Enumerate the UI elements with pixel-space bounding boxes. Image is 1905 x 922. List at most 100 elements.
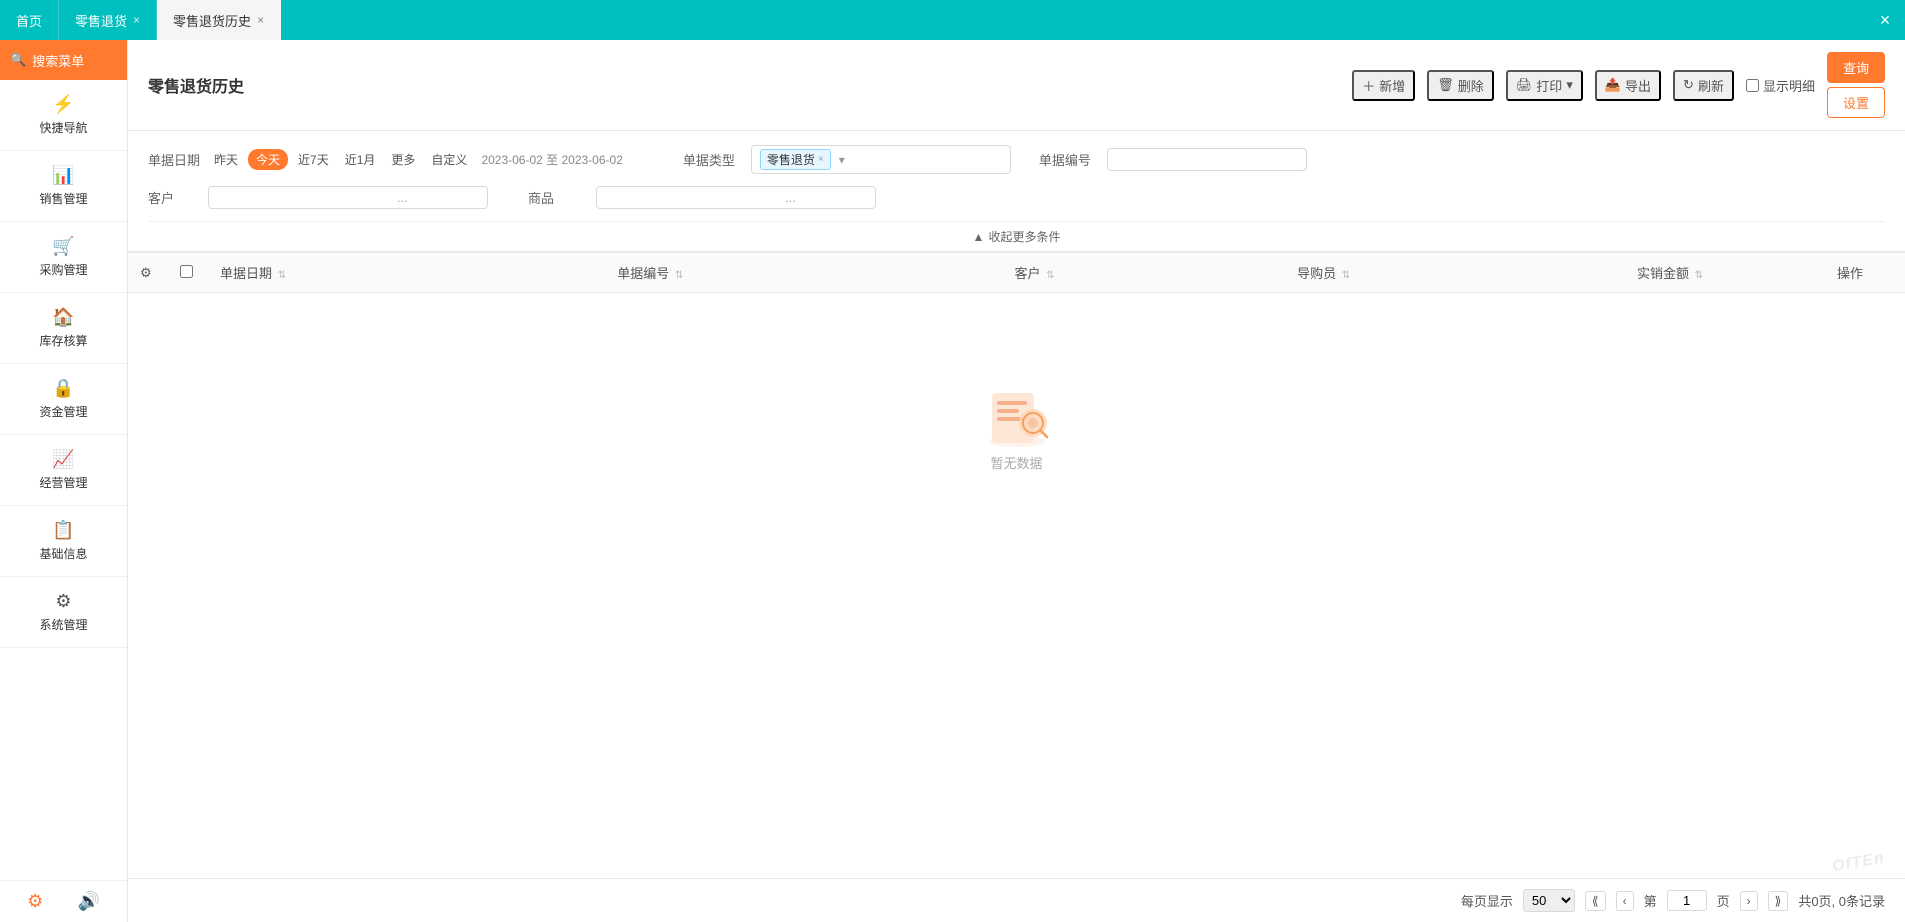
sidebar-item-ops-label: 经营管理 xyxy=(39,474,87,491)
ops-icon: 📈 xyxy=(52,449,74,470)
sidebar-item-system-mgmt[interactable]: ⚙ 系统管理 xyxy=(0,577,127,648)
th-action: 操作 xyxy=(1825,253,1905,293)
th-guide: 导购员 ⇅ xyxy=(1285,253,1625,293)
export-button[interactable]: 📤 导出 xyxy=(1595,70,1661,101)
print-button[interactable]: 🖨 打印 ▾ xyxy=(1506,70,1583,101)
audio-icon[interactable]: 🔊 xyxy=(77,891,99,912)
type-dropdown-arrow: ▾ xyxy=(839,153,845,167)
date-option-more[interactable]: 更多 xyxy=(385,149,421,170)
print-dropdown-icon: ▾ xyxy=(1566,77,1573,93)
tab-home-label: 首页 xyxy=(16,11,42,30)
goods-filter-input[interactable] xyxy=(605,190,781,205)
search-icon: 🔍 xyxy=(10,52,26,68)
th-customer-label: 客户 xyxy=(1015,266,1041,281)
collapse-label: 收起更多条件 xyxy=(988,228,1060,245)
sidebar-item-purchase-mgmt[interactable]: 🛒 采购管理 xyxy=(0,222,127,293)
empty-state-icon xyxy=(977,373,1057,453)
table-header-row: ⚙ 单据日期 ⇅ 单据编号 ⇅ xyxy=(128,253,1905,293)
collapse-button[interactable]: ▲ 收起更多条件 xyxy=(961,226,1073,247)
tab-retail-return-close[interactable]: × xyxy=(133,13,140,27)
next-page-button[interactable]: › xyxy=(1740,891,1758,911)
per-page-label: 每页显示 xyxy=(1461,891,1513,910)
sidebar-item-basic-info[interactable]: 📋 基础信息 xyxy=(0,506,127,577)
date-option-custom[interactable]: 自定义 xyxy=(425,149,473,170)
delete-button[interactable]: 🗑 删除 xyxy=(1427,70,1494,101)
display-detail-toggle[interactable]: 显示明细 xyxy=(1746,76,1815,95)
customer-filter-input[interactable] xyxy=(217,190,393,205)
th-check xyxy=(168,253,208,293)
th-customer: 客户 ⇅ xyxy=(1003,253,1286,293)
select-all-checkbox[interactable] xyxy=(180,265,193,278)
th-number-sort[interactable]: ⇅ xyxy=(675,270,683,281)
page-header: 零售退货历史 ＋ 新增 🗑 删除 🖨 打印 ▾ 📤 导出 xyxy=(128,40,1905,131)
customer-filter-input-wrap[interactable]: ... xyxy=(208,186,488,209)
content-area: 零售退货历史 ＋ 新增 🗑 删除 🖨 打印 ▾ 📤 导出 xyxy=(128,40,1905,922)
type-tag-remove[interactable]: × xyxy=(818,154,824,165)
sidebar-search[interactable]: 🔍 搜索菜单 xyxy=(0,40,127,80)
refresh-button[interactable]: ↻ 刷新 xyxy=(1673,70,1734,101)
date-option-last1m[interactable]: 近1月 xyxy=(339,149,382,170)
th-customer-sort[interactable]: ⇅ xyxy=(1046,270,1054,281)
goods-filter-input-wrap[interactable]: ... xyxy=(596,186,876,209)
sidebar-item-finance-mgmt[interactable]: 🔒 资金管理 xyxy=(0,364,127,435)
top-bar: 首页 零售退货 × 零售退货历史 × × xyxy=(0,0,1905,40)
th-action-label: 操作 xyxy=(1837,266,1863,281)
table-wrap: ⚙ 单据日期 ⇅ 单据编号 ⇅ xyxy=(128,252,1905,878)
sidebar-item-inventory-calc[interactable]: 🏠 库存核算 xyxy=(0,293,127,364)
sidebar-item-ops-mgmt[interactable]: 📈 经营管理 xyxy=(0,435,127,506)
new-button[interactable]: ＋ 新增 xyxy=(1352,70,1415,101)
display-detail-checkbox[interactable] xyxy=(1746,79,1759,92)
tab-list: 首页 零售退货 × 零售退货历史 × xyxy=(0,0,1865,40)
table-settings-icon[interactable]: ⚙ xyxy=(140,265,152,280)
date-option-last7[interactable]: 近7天 xyxy=(292,149,335,170)
page-unit: 页 xyxy=(1717,891,1730,910)
tab-retail-return-label: 零售退货 xyxy=(75,11,127,30)
last-page-button[interactable]: ⟫ xyxy=(1768,891,1789,911)
window-close-button[interactable]: × xyxy=(1865,0,1905,40)
type-filter-input[interactable]: 零售退货 × ▾ xyxy=(751,145,1011,174)
th-amount-label: 实销金额 xyxy=(1637,266,1689,281)
page-input[interactable] xyxy=(1667,890,1707,911)
filter-row-customer: 客户 ... 商品 ... xyxy=(148,186,1885,209)
per-page-select[interactable]: 50 10 20 100 xyxy=(1523,889,1575,912)
sidebar-item-quick-nav-label: 快捷导航 xyxy=(39,119,87,136)
first-page-button[interactable]: ⟪ xyxy=(1585,891,1606,911)
settings-gear-icon[interactable]: ⚙ xyxy=(27,891,43,912)
query-button[interactable]: 查询 xyxy=(1827,52,1885,83)
empty-state: 暂无数据 xyxy=(128,293,1905,552)
settings-button[interactable]: 设置 xyxy=(1827,87,1885,118)
prev-page-button[interactable]: ‹ xyxy=(1616,891,1634,911)
tab-retail-return[interactable]: 零售退货 × xyxy=(59,0,157,40)
date-option-yesterday[interactable]: 昨天 xyxy=(208,149,244,170)
quick-nav-icon: ⚡ xyxy=(52,94,74,115)
sidebar-item-quick-nav[interactable]: ⚡ 快捷导航 xyxy=(0,80,127,151)
filter-row-date: 单据日期 昨天 今天 近7天 近1月 更多 自定义 2023-06-02 至 2… xyxy=(148,145,1885,174)
th-date-sort[interactable]: ⇅ xyxy=(278,270,286,281)
th-number: 单据编号 ⇅ xyxy=(605,253,1002,293)
th-guide-sort[interactable]: ⇅ xyxy=(1342,270,1350,281)
number-filter-input-wrap xyxy=(1107,148,1307,171)
sidebar-bottom: ⚙ 🔊 xyxy=(0,880,127,922)
refresh-icon: ↻ xyxy=(1683,77,1694,93)
page-summary: 共0页, 0条记录 xyxy=(1798,891,1885,910)
export-label: 导出 xyxy=(1625,76,1651,95)
number-filter-input[interactable] xyxy=(1116,152,1292,167)
th-settings: ⚙ xyxy=(128,253,168,293)
tab-retail-return-history-close[interactable]: × xyxy=(257,13,264,27)
goods-filter-label: 商品 xyxy=(528,188,588,207)
sales-icon: 📊 xyxy=(52,165,74,186)
toolbar: ＋ 新增 🗑 删除 🖨 打印 ▾ 📤 导出 ↻ 刷 xyxy=(1352,52,1885,118)
sidebar-item-sales-mgmt[interactable]: 📊 销售管理 xyxy=(0,151,127,222)
tab-home[interactable]: 首页 xyxy=(0,0,59,40)
th-date: 单据日期 ⇅ xyxy=(208,253,605,293)
th-amount: 实销金额 ⇅ xyxy=(1625,253,1825,293)
empty-text: 暂无数据 xyxy=(990,453,1042,472)
tab-retail-return-history[interactable]: 零售退货历史 × xyxy=(157,0,281,40)
main-layout: 🔍 搜索菜单 ⚡ 快捷导航 📊 销售管理 🛒 采购管理 🏠 库存核算 🔒 资金管… xyxy=(0,40,1905,922)
date-option-today[interactable]: 今天 xyxy=(248,149,288,170)
finance-icon: 🔒 xyxy=(52,378,74,399)
delete-label: 删除 xyxy=(1458,76,1484,95)
sidebar-search-label: 搜索菜单 xyxy=(32,51,84,70)
type-tag: 零售退货 × xyxy=(760,149,831,170)
th-amount-sort[interactable]: ⇅ xyxy=(1695,270,1703,281)
